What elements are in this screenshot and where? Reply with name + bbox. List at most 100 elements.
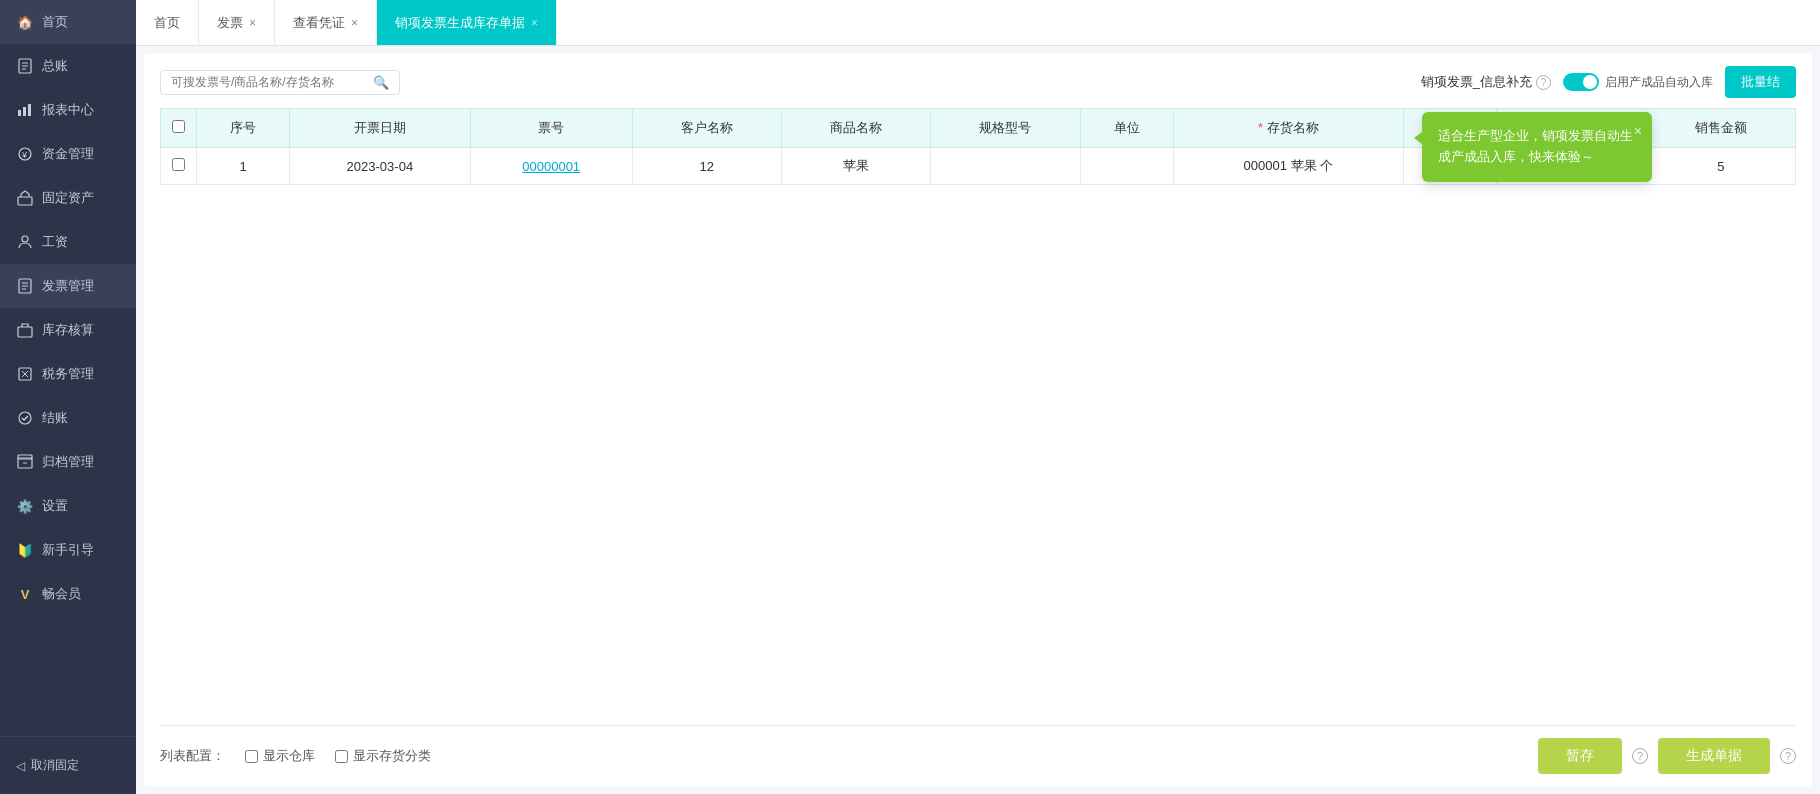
tab-invoice-label: 发票 — [217, 14, 243, 32]
main-area: 首页 发票 × 查看凭证 × 销项发票生成库存单据 × 🔍 销项发票_信息补充 … — [136, 0, 1820, 794]
show-category-label[interactable]: 显示存货分类 — [335, 747, 431, 765]
tab-voucher[interactable]: 查看凭证 × — [275, 0, 377, 45]
sidebar-item-ledger[interactable]: 总账 — [0, 44, 136, 88]
th-number: 票号 — [470, 109, 632, 148]
tooltip-text: 适合生产型企业，销项发票自动生成产成品入库，快来体验～ — [1438, 128, 1633, 164]
search-box[interactable]: 🔍 — [160, 70, 400, 95]
save-button[interactable]: 暂存 — [1538, 738, 1622, 774]
sidebar-item-label: 新手引导 — [42, 541, 94, 559]
reports-icon — [16, 101, 34, 119]
sidebar-item-label: 归档管理 — [42, 453, 94, 471]
toggle-label: 启用产成品自动入库 — [1605, 74, 1713, 91]
th-stock: 存货名称 — [1173, 109, 1404, 148]
unfix-label: 取消固定 — [31, 757, 79, 774]
generate-help-icon[interactable]: ? — [1780, 748, 1796, 764]
th-amount: 销售金额 — [1646, 109, 1795, 148]
sidebar-item-invoice-mgmt[interactable]: 发票管理 — [0, 264, 136, 308]
sidebar-item-home[interactable]: 🏠 首页 — [0, 0, 136, 44]
sidebar-item-tax[interactable]: 税务管理 — [0, 352, 136, 396]
row-checkbox[interactable] — [172, 158, 185, 171]
toggle-container: 启用产成品自动入库 — [1563, 73, 1713, 91]
sidebar-item-newbie[interactable]: 🔰 新手引导 — [0, 528, 136, 572]
sidebar-item-archive[interactable]: 归档管理 — [0, 440, 136, 484]
cell-customer: 12 — [632, 148, 781, 185]
sidebar-item-settle[interactable]: 结账 — [0, 396, 136, 440]
cell-product: 苹果 — [781, 148, 930, 185]
sidebar-bottom: ◁ 取消固定 — [0, 736, 136, 794]
tax-icon — [16, 365, 34, 383]
svg-point-10 — [22, 236, 28, 242]
info-help-icon[interactable]: ? — [1536, 75, 1551, 90]
auto-warehouse-toggle[interactable] — [1563, 73, 1599, 91]
funds-icon: ¥ — [16, 145, 34, 163]
th-customer: 客户名称 — [632, 109, 781, 148]
sidebar-item-reports[interactable]: 报表中心 — [0, 88, 136, 132]
search-input[interactable] — [171, 75, 367, 89]
select-all-checkbox[interactable] — [172, 120, 185, 133]
sidebar-item-label: 发票管理 — [42, 277, 94, 295]
show-category-text: 显示存货分类 — [353, 747, 431, 765]
th-model: 规格型号 — [931, 109, 1080, 148]
svg-rect-9 — [18, 197, 32, 205]
page-content: 🔍 销项发票_信息补充 ? 启用产成品自动入库 批量结 — [144, 54, 1812, 786]
tooltip-close-button[interactable]: × — [1634, 120, 1642, 142]
search-icon: 🔍 — [373, 75, 389, 90]
cell-model — [931, 148, 1080, 185]
fixed-assets-icon — [16, 189, 34, 207]
sidebar-item-label: 税务管理 — [42, 365, 94, 383]
tab-invoice[interactable]: 发票 × — [199, 0, 275, 45]
cell-number: 00000001 — [470, 148, 632, 185]
row-checkbox-cell[interactable] — [161, 148, 197, 185]
pin-icon: ◁ — [16, 759, 25, 773]
cell-amount: 5 — [1646, 148, 1795, 185]
newbie-icon: 🔰 — [16, 541, 34, 559]
th-unit: 单位 — [1080, 109, 1173, 148]
sidebar-item-label: 报表中心 — [42, 101, 94, 119]
sidebar-item-fixed-assets[interactable]: 固定资产 — [0, 176, 136, 220]
sidebar: 🏠 首页 总账 报表中心 ¥ 资金管理 固定资产 工资 发票管理 — [0, 0, 136, 794]
ledger-icon — [16, 57, 34, 75]
archive-icon — [16, 453, 34, 471]
tab-stock-form[interactable]: 销项发票生成库存单据 × — [377, 0, 557, 45]
tab-invoice-close[interactable]: × — [249, 16, 256, 30]
sidebar-unfix-button[interactable]: ◁ 取消固定 — [0, 747, 136, 784]
tab-voucher-label: 查看凭证 — [293, 14, 345, 32]
sidebar-item-label: 畅会员 — [42, 585, 81, 603]
sidebar-item-label: 固定资产 — [42, 189, 94, 207]
batch-button[interactable]: 批量结 — [1725, 66, 1796, 98]
tab-stock-form-label: 销项发票生成库存单据 — [395, 14, 525, 32]
cell-unit — [1080, 148, 1173, 185]
sidebar-item-vip[interactable]: V 畅会员 — [0, 572, 136, 616]
th-product: 商品名称 — [781, 109, 930, 148]
save-help-icon[interactable]: ? — [1632, 748, 1648, 764]
tab-voucher-close[interactable]: × — [351, 16, 358, 30]
tab-stock-form-close[interactable]: × — [531, 16, 538, 30]
show-warehouse-label[interactable]: 显示仓库 — [245, 747, 315, 765]
cell-date: 2023-03-04 — [290, 148, 471, 185]
show-warehouse-text: 显示仓库 — [263, 747, 315, 765]
invoice-icon — [16, 277, 34, 295]
toolbar: 🔍 销项发票_信息补充 ? 启用产成品自动入库 批量结 — [160, 66, 1796, 98]
salary-icon — [16, 233, 34, 251]
svg-rect-5 — [23, 107, 26, 116]
sidebar-item-label: 总账 — [42, 57, 68, 75]
svg-rect-15 — [18, 327, 32, 337]
sidebar-item-settings[interactable]: ⚙️ 设置 — [0, 484, 136, 528]
show-category-checkbox[interactable] — [335, 750, 348, 763]
sidebar-item-label: 资金管理 — [42, 145, 94, 163]
svg-rect-4 — [18, 110, 21, 116]
sidebar-item-inventory[interactable]: 库存核算 — [0, 308, 136, 352]
settle-icon — [16, 409, 34, 427]
sidebar-item-salary[interactable]: 工资 — [0, 220, 136, 264]
cell-seq: 1 — [197, 148, 290, 185]
generate-button[interactable]: 生成单据 — [1658, 738, 1770, 774]
sidebar-item-funds[interactable]: ¥ 资金管理 — [0, 132, 136, 176]
tab-home[interactable]: 首页 — [136, 0, 199, 45]
invoice-link[interactable]: 00000001 — [522, 159, 580, 174]
info-label: 销项发票_信息补充 ? — [1421, 73, 1551, 91]
show-warehouse-checkbox[interactable] — [245, 750, 258, 763]
inventory-icon — [16, 321, 34, 339]
svg-rect-6 — [28, 104, 31, 116]
bottom-bar: 列表配置： 显示仓库 显示存货分类 暂存 ? 生成单据 ? — [160, 725, 1796, 786]
list-config-label: 列表配置： — [160, 747, 225, 765]
